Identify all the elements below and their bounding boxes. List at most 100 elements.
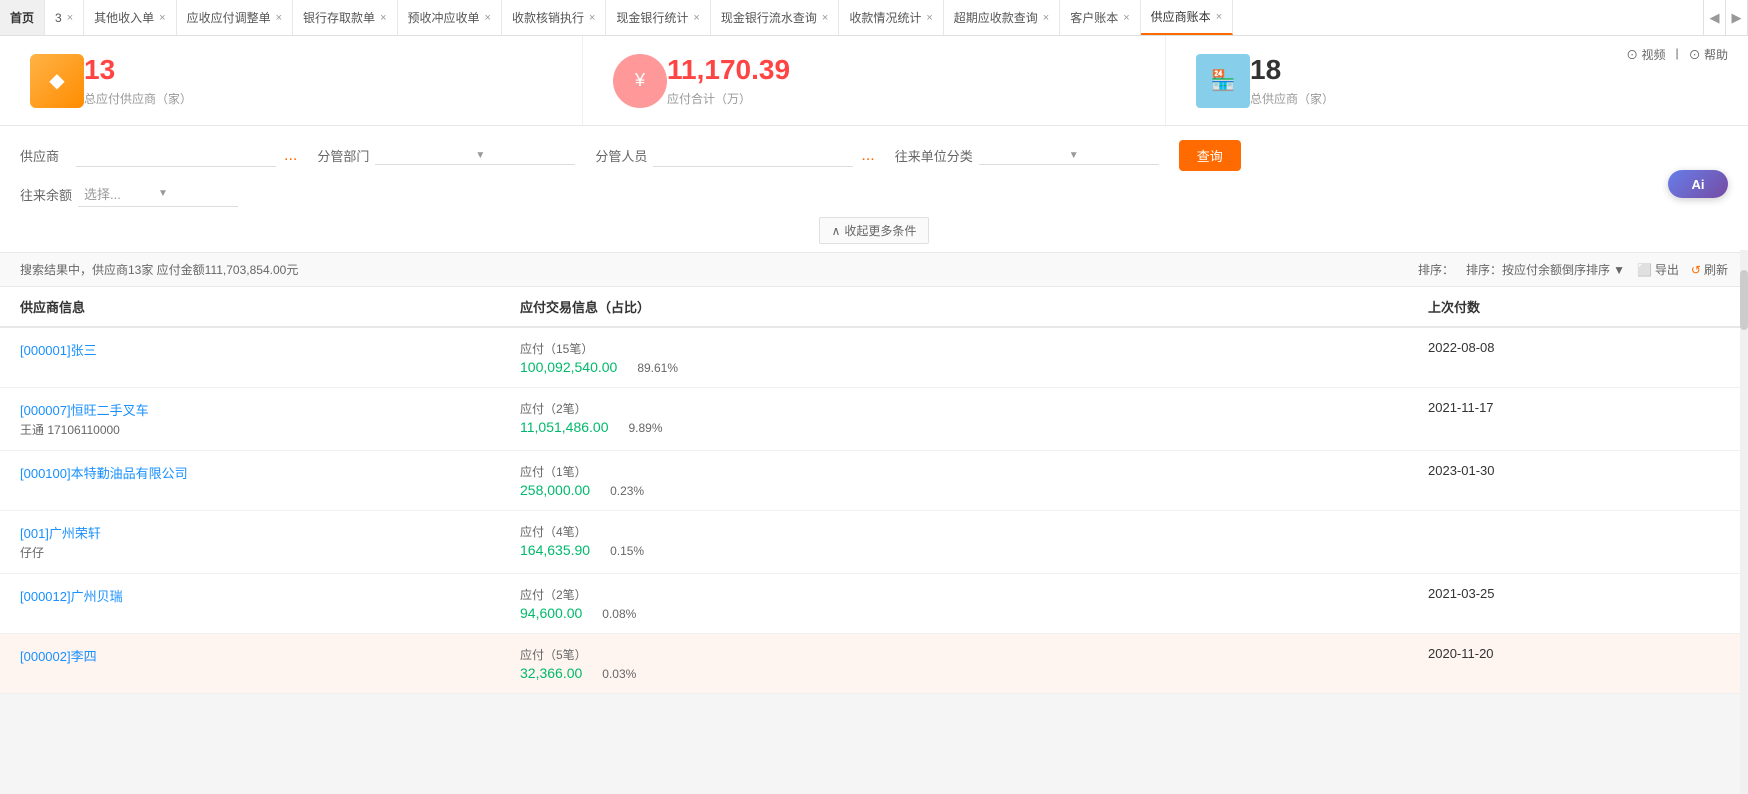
supplier-link[interactable]: [000100]本特勤油品有限公司: [20, 466, 188, 481]
close-icon[interactable]: ×: [1123, 12, 1129, 24]
close-icon[interactable]: ×: [276, 12, 282, 24]
stats-row: ◆ 13 总应付供应商（家） ¥ 11,170.39 应付合计（万） 🏪 18 …: [0, 36, 1748, 126]
filter-person: 分管人员 ...: [595, 145, 874, 167]
close-icon[interactable]: ×: [159, 12, 165, 24]
close-icon[interactable]: ×: [485, 12, 491, 24]
nav-arrows: ◀ ▶: [1703, 0, 1748, 36]
supplier-link[interactable]: [000007]恒旺二手叉车: [20, 403, 149, 418]
refresh-button[interactable]: ↺ 刷新: [1691, 261, 1728, 278]
scrollbar-track[interactable]: [1740, 250, 1748, 794]
refresh-icon: ↺: [1691, 263, 1701, 277]
nav-tab-prepay[interactable]: 预收冲应收单 ×: [398, 0, 502, 35]
filter-category: 往来单位分类 ▼: [895, 146, 1159, 165]
lastpay-cell: 2021-03-25: [1428, 586, 1728, 601]
trans-row: 32,366.00 0.03%: [520, 663, 1428, 681]
nav-tab-3[interactable]: 3 ×: [45, 0, 84, 35]
trans-amount[interactable]: 32,366.00: [520, 665, 582, 681]
close-icon[interactable]: ×: [822, 12, 828, 24]
trans-amount[interactable]: 100,092,540.00: [520, 359, 617, 375]
sort-button[interactable]: 排序：按应付余额倒序排序 ▼: [1466, 261, 1625, 278]
close-icon[interactable]: ×: [1043, 12, 1049, 24]
trans-cell: 应付（15笔） 100,092,540.00 89.61%: [520, 340, 1428, 375]
close-icon[interactable]: ×: [1216, 11, 1222, 23]
trans-amount[interactable]: 258,000.00: [520, 482, 590, 498]
chevron-down-icon: ▼: [475, 150, 569, 161]
export-button[interactable]: ⬜ 导出: [1637, 261, 1679, 278]
trans-label: 应付（5笔）: [520, 646, 1428, 663]
nav-next-arrow[interactable]: ▶: [1726, 0, 1748, 36]
col-header-trans: 应付交易信息（占比）: [520, 297, 1428, 316]
stat-num-total-ap: 11,170.39: [667, 54, 790, 86]
nav-tab-overdue[interactable]: 超期应收款查询 ×: [944, 0, 1060, 35]
supplier-dots[interactable]: ...: [284, 147, 297, 165]
stat-info-total-ap: 11,170.39 应付合计（万）: [667, 54, 790, 107]
nav-tab-cash-flow[interactable]: 现金银行流水查询 ×: [711, 0, 839, 35]
balance-select[interactable]: 选择... ▼: [78, 181, 238, 207]
table-row: [000001]张三 应付（15笔） 100,092,540.00 89.61%…: [0, 328, 1748, 388]
nav-prev-arrow[interactable]: ◀: [1704, 0, 1726, 36]
trans-amount[interactable]: 94,600.00: [520, 605, 582, 621]
close-icon[interactable]: ×: [67, 12, 73, 24]
filter-dept: 分管部门 ▼: [317, 146, 575, 165]
trans-label: 应付（2笔）: [520, 400, 1428, 417]
nav-tab-ap-adjust[interactable]: 应收应付调整单 ×: [177, 0, 293, 35]
scrollbar-thumb[interactable]: [1740, 270, 1748, 330]
nav-tab-customer-ledger[interactable]: 客户账本 ×: [1060, 0, 1140, 35]
supplier-input[interactable]: [76, 145, 276, 167]
close-icon[interactable]: ×: [589, 12, 595, 24]
nav-tab-collection-stats[interactable]: 收款情况统计 ×: [839, 0, 943, 35]
lastpay-cell: 2021-11-17: [1428, 400, 1728, 415]
nav-tab-payment-exec[interactable]: 收款核销执行 ×: [502, 0, 606, 35]
query-button[interactable]: 查询: [1179, 140, 1241, 171]
close-icon[interactable]: ×: [380, 12, 386, 24]
nav-tab-supplier-ledger[interactable]: 供应商账本 ×: [1141, 0, 1233, 35]
separator: |: [1676, 46, 1679, 63]
supplier-link[interactable]: [000001]张三: [20, 343, 97, 358]
top-right-links: ⊙ 视频 | ⊙ 帮助: [1626, 46, 1728, 63]
person-dots[interactable]: ...: [861, 147, 874, 165]
last-pay-date: 2021-03-25: [1428, 586, 1495, 601]
trans-cell: 应付（4笔） 164,635.90 0.15%: [520, 523, 1428, 558]
person-input[interactable]: [653, 145, 853, 167]
trans-amount[interactable]: 11,051,486.00: [520, 419, 609, 435]
close-icon[interactable]: ×: [693, 12, 699, 24]
stat-num-total-suppliers: 18: [1250, 54, 1334, 86]
nav-tab-other-income[interactable]: 其他收入单 ×: [84, 0, 176, 35]
table-row: [000012]广州贝瑞 应付（2笔） 94,600.00 0.08% 2021…: [0, 574, 1748, 634]
collapse-button[interactable]: ∧ 收起更多条件: [819, 217, 930, 244]
export-icon: ⬜: [1637, 263, 1652, 277]
person-filter-label: 分管人员: [595, 146, 647, 165]
trans-amount[interactable]: 164,635.90: [520, 542, 590, 558]
table-row: [000007]恒旺二手叉车 王通 17106110000 应付（2笔） 11,…: [0, 388, 1748, 451]
last-pay-date: 2022-08-08: [1428, 340, 1495, 355]
ai-bubble[interactable]: Ai: [1668, 170, 1728, 198]
trans-percent: 89.61%: [637, 361, 678, 375]
table-row: [001]广州荣轩 仔仔 应付（4笔） 164,635.90 0.15%: [0, 511, 1748, 574]
supplier-link[interactable]: [000002]李四: [20, 649, 97, 664]
col-header-supplier: 供应商信息: [20, 297, 520, 316]
dept-filter-label: 分管部门: [317, 146, 369, 165]
trans-cell: 应付（1笔） 258,000.00 0.23%: [520, 463, 1428, 498]
supplier-link[interactable]: [000012]广州贝瑞: [20, 589, 123, 604]
video-icon[interactable]: ⊙ 视频: [1626, 46, 1665, 63]
supplier-cell: [000002]李四: [20, 646, 520, 665]
filter-section: 供应商 ... 分管部门 ▼ 分管人员 ... 往来单位分类 ▼ 查询 往来: [0, 126, 1748, 253]
chevron-down-icon: ▼: [1069, 150, 1153, 161]
trans-label: 应付（2笔）: [520, 586, 1428, 603]
collapse-bar: ∧ 收起更多条件: [20, 217, 1728, 244]
supplier-cell: [000012]广州贝瑞: [20, 586, 520, 605]
chevron-down-icon: ▼: [158, 188, 232, 199]
category-select[interactable]: ▼: [979, 147, 1159, 165]
lastpay-cell: 2022-08-08: [1428, 340, 1728, 355]
table-body: [000001]张三 应付（15笔） 100,092,540.00 89.61%…: [0, 328, 1748, 694]
trans-percent: 9.89%: [629, 421, 663, 435]
help-icon[interactable]: ⊙ 帮助: [1689, 46, 1728, 63]
supplier-link[interactable]: [001]广州荣轩: [20, 526, 101, 541]
supplier-sub: 王通 17106110000: [20, 421, 520, 438]
lastpay-cell: 2023-01-30: [1428, 463, 1728, 478]
nav-tab-cash-stats[interactable]: 现金银行统计 ×: [606, 0, 710, 35]
dept-select[interactable]: ▼: [375, 147, 575, 165]
nav-tab-home[interactable]: 首页: [0, 0, 45, 35]
close-icon[interactable]: ×: [926, 12, 932, 24]
nav-tab-bank[interactable]: 银行存取款单 ×: [293, 0, 397, 35]
